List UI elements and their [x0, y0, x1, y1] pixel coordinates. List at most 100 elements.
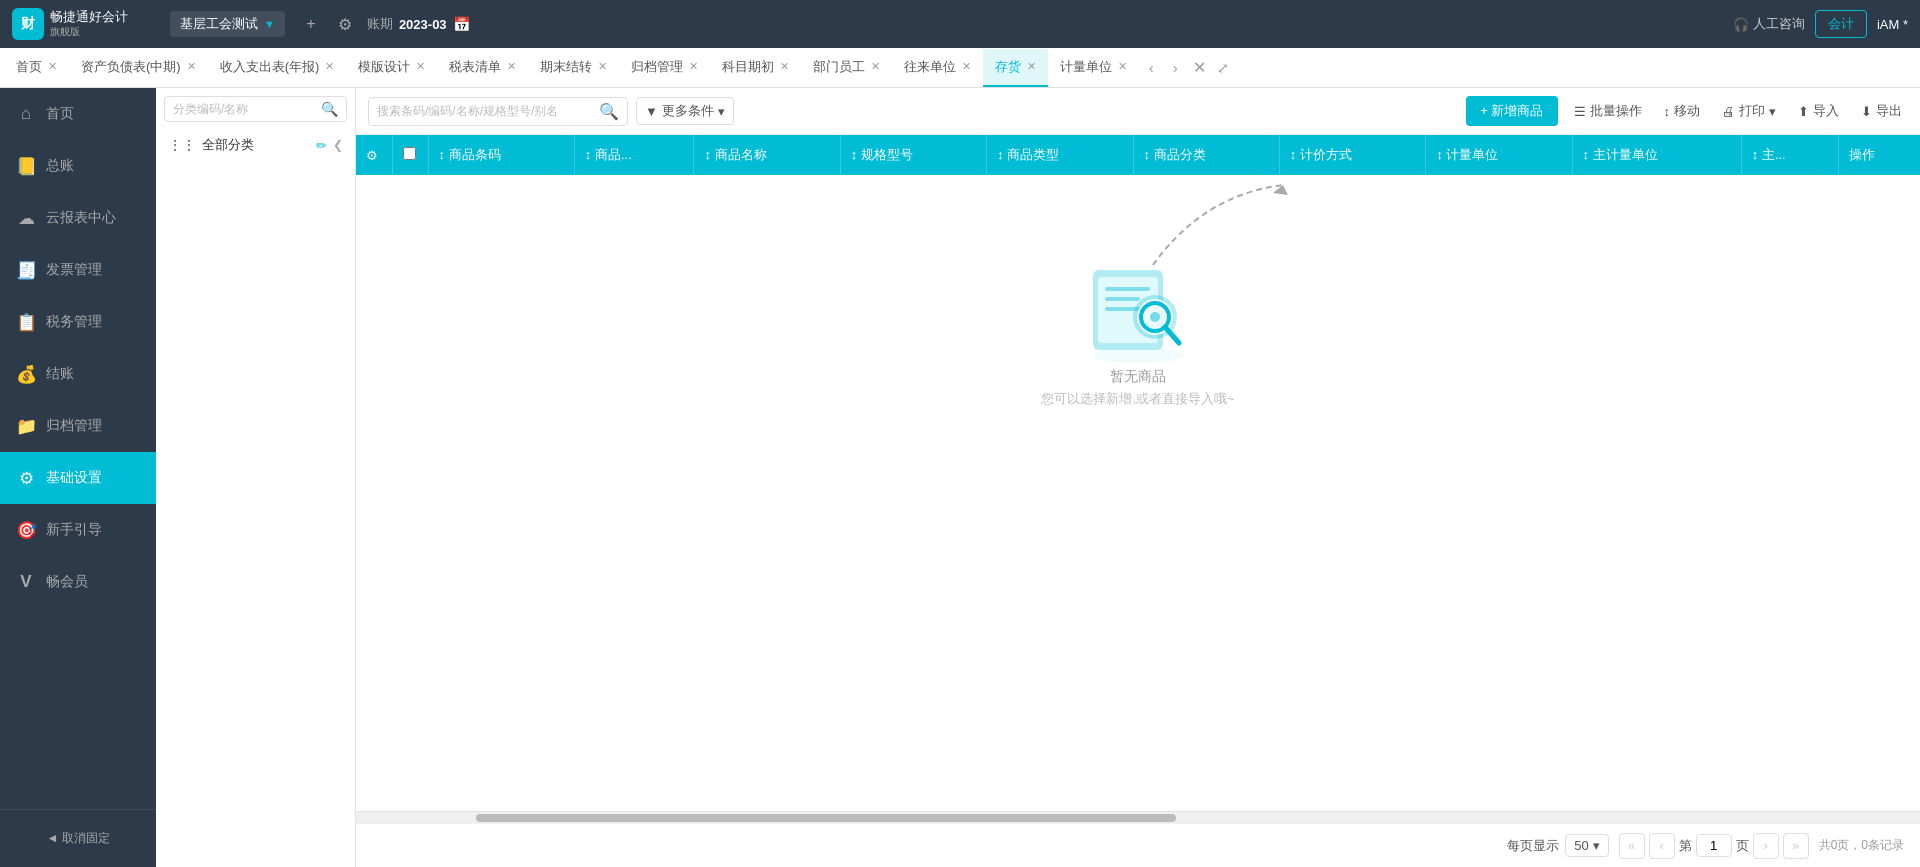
- sidebar-item-member[interactable]: V 畅会员: [0, 556, 156, 608]
- import-button[interactable]: ⬆ 导入: [1792, 98, 1845, 124]
- tab-department-close[interactable]: ✕: [871, 60, 880, 73]
- consultation-button[interactable]: 🎧 人工咨询: [1733, 15, 1805, 33]
- tab-close-all-button[interactable]: ✕: [1187, 49, 1211, 87]
- tab-inventory-label: 存货: [995, 58, 1021, 76]
- tab-prev-button[interactable]: ‹: [1139, 49, 1163, 87]
- tab-home-close[interactable]: ✕: [48, 60, 57, 73]
- tab-archive[interactable]: 归档管理 ✕: [619, 49, 710, 87]
- sidebar-item-cloud-reports[interactable]: ☁ 云报表中心: [0, 192, 156, 244]
- horizontal-scrollbar[interactable]: [356, 811, 1920, 823]
- page-size-selector: 每页显示 50 ▾: [1507, 834, 1608, 857]
- tab-balance-sheet-close[interactable]: ✕: [187, 60, 196, 73]
- th-unit[interactable]: ↕ 计量单位: [1426, 135, 1572, 175]
- tab-next-button[interactable]: ›: [1163, 49, 1187, 87]
- tab-income[interactable]: 收入支出表(年报) ✕: [208, 49, 347, 87]
- tab-template-close[interactable]: ✕: [416, 60, 425, 73]
- tab-subject-close[interactable]: ✕: [780, 60, 789, 73]
- filter-dropdown-icon: ▾: [718, 104, 725, 119]
- sidebar-item-guide[interactable]: 🎯 新手引导: [0, 504, 156, 556]
- tab-unit-close[interactable]: ✕: [1118, 60, 1127, 73]
- tab-inventory[interactable]: 存货 ✕: [983, 49, 1048, 87]
- product-search-input[interactable]: [377, 104, 595, 118]
- sidebar-item-basic-settings[interactable]: ⚙ 基础设置: [0, 452, 156, 504]
- tab-expand-button[interactable]: ⤢: [1211, 49, 1235, 87]
- tab-tax-close[interactable]: ✕: [507, 60, 516, 73]
- select-all-checkbox[interactable]: [403, 147, 416, 160]
- workspace-selector[interactable]: 基层工会测试 ▼: [170, 11, 285, 37]
- tab-home[interactable]: 首页 ✕: [4, 49, 69, 87]
- sidebar-item-home[interactable]: ⌂ 首页: [0, 88, 156, 140]
- first-page-button[interactable]: «: [1619, 833, 1645, 859]
- top-header: 财 畅捷通好会计 旗舰版 基层工会测试 ▼ + ⚙ 账期 2023-03 📅 🎧…: [0, 0, 1920, 48]
- all-categories-row[interactable]: ⋮⋮ 全部分类 ✏ ❮: [164, 130, 347, 160]
- category-search-input[interactable]: [173, 102, 317, 116]
- period-area: 账期 2023-03 📅: [367, 15, 470, 33]
- scrollbar-thumb[interactable]: [476, 814, 1176, 822]
- sidebar-basic-settings-label: 基础设置: [46, 469, 102, 487]
- print-dropdown-icon: ▾: [1769, 104, 1776, 119]
- product-search-box: 🔍: [368, 97, 628, 126]
- logo-area: 财 畅捷通好会计 旗舰版: [12, 8, 162, 40]
- page-number-input[interactable]: [1696, 834, 1732, 857]
- page-size-dropdown[interactable]: 50 ▾: [1565, 834, 1608, 857]
- tab-income-close[interactable]: ✕: [325, 60, 334, 73]
- settings-icon[interactable]: ⚙: [331, 10, 359, 38]
- sidebar-item-ledger[interactable]: 📒 总账: [0, 140, 156, 192]
- th-type[interactable]: ↕ 商品类型: [987, 135, 1133, 175]
- svg-rect-4: [1105, 287, 1150, 291]
- tab-period-transfer[interactable]: 期末结转 ✕: [528, 49, 619, 87]
- page-size-label: 每页显示: [1507, 837, 1559, 855]
- calendar-icon[interactable]: 📅: [453, 16, 470, 32]
- sidebar-item-invoice[interactable]: 🧾 发票管理: [0, 244, 156, 296]
- prev-page-button[interactable]: ‹: [1649, 833, 1675, 859]
- sidebar-pin-button[interactable]: ◄ 取消固定: [0, 822, 156, 855]
- guide-icon: 🎯: [16, 520, 36, 541]
- more-filter-button[interactable]: ▼ 更多条件 ▾: [636, 97, 734, 125]
- sidebar-item-close-accounts[interactable]: 💰 结账: [0, 348, 156, 400]
- sidebar: ⌂ 首页 📒 总账 ☁ 云报表中心 🧾 发票管理 📋 税务管理 💰 结账 📁 归…: [0, 88, 156, 867]
- th-main-unit-label: ↕ 主计量单位: [1583, 146, 1658, 164]
- tab-archive-close[interactable]: ✕: [689, 60, 698, 73]
- th-barcode[interactable]: ↕ 商品条码: [428, 135, 574, 175]
- tab-balance-sheet-label: 资产负债表(中期): [81, 58, 181, 76]
- tab-contacts[interactable]: 往来单位 ✕: [892, 49, 983, 87]
- next-page-button[interactable]: ›: [1753, 833, 1779, 859]
- th-main-unit[interactable]: ↕ 主计量单位: [1572, 135, 1741, 175]
- last-page-button[interactable]: »: [1783, 833, 1809, 859]
- tab-period-transfer-close[interactable]: ✕: [598, 60, 607, 73]
- product-search-icon[interactable]: 🔍: [599, 102, 619, 121]
- print-button[interactable]: 🖨 打印 ▾: [1716, 98, 1782, 124]
- th-checkbox[interactable]: [392, 135, 428, 175]
- th-settings[interactable]: ⚙: [356, 135, 392, 175]
- header-actions: + ⚙: [297, 10, 359, 38]
- tab-balance-sheet[interactable]: 资产负债表(中期) ✕: [69, 49, 208, 87]
- th-name[interactable]: ↕ 商品名称: [694, 135, 840, 175]
- category-collapse-icon[interactable]: ❮: [333, 138, 343, 152]
- tab-unit[interactable]: 计量单位 ✕: [1048, 49, 1139, 87]
- th-name-label: ↕ 商品名称: [704, 146, 766, 164]
- add-product-button[interactable]: + 新增商品: [1466, 96, 1557, 126]
- tab-inventory-close[interactable]: ✕: [1027, 60, 1036, 73]
- tab-department[interactable]: 部门员工 ✕: [801, 49, 892, 87]
- sidebar-item-archive[interactable]: 📁 归档管理: [0, 400, 156, 452]
- tab-tax[interactable]: 税表清单 ✕: [437, 49, 528, 87]
- svg-point-11: [1150, 312, 1160, 322]
- account-button[interactable]: 会计: [1815, 10, 1867, 38]
- tab-subject[interactable]: 科目期初 ✕: [710, 49, 801, 87]
- add-tab-button[interactable]: +: [297, 10, 325, 38]
- sidebar-item-tax[interactable]: 📋 税务管理: [0, 296, 156, 348]
- th-spec[interactable]: ↕ 规格型号: [840, 135, 986, 175]
- tab-contacts-close[interactable]: ✕: [962, 60, 971, 73]
- tab-template[interactable]: 模版设计 ✕: [346, 49, 437, 87]
- batch-operate-button[interactable]: ☰ 批量操作: [1568, 98, 1648, 124]
- th-category[interactable]: ↕ 商品分类: [1133, 135, 1279, 175]
- export-button[interactable]: ⬇ 导出: [1855, 98, 1908, 124]
- category-edit-icon[interactable]: ✏: [316, 138, 327, 153]
- app-edition: 旗舰版: [50, 25, 128, 39]
- move-button[interactable]: ↕ 移动: [1658, 98, 1707, 124]
- tab-subject-label: 科目期初: [722, 58, 774, 76]
- th-extra[interactable]: ↕ 主...: [1741, 135, 1838, 175]
- th-price-method[interactable]: ↕ 计价方式: [1279, 135, 1425, 175]
- category-search-icon[interactable]: 🔍: [321, 101, 338, 117]
- th-code[interactable]: ↕ 商品...: [574, 135, 694, 175]
